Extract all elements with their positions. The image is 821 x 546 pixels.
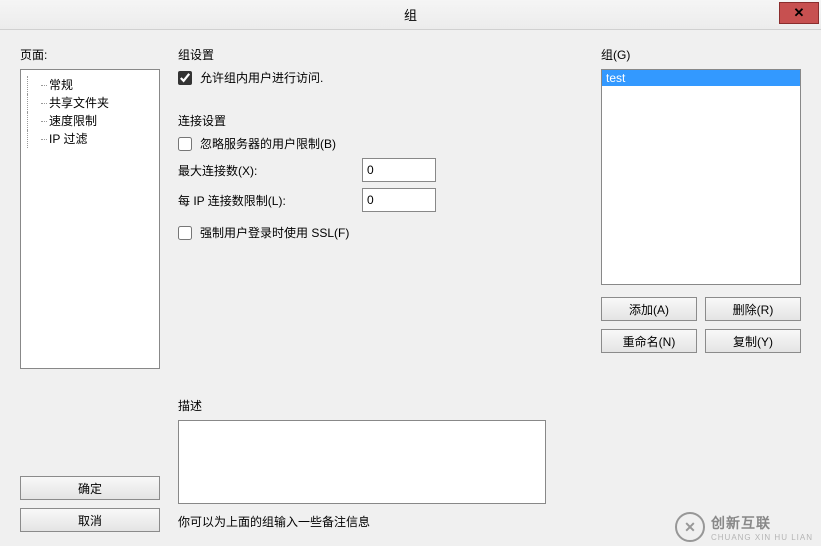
per-ip-limit-input[interactable] (362, 188, 436, 212)
description-hint: 你可以为上面的组输入一些备注信息 (178, 513, 583, 530)
per-ip-limit-label: 每 IP 连接数限制(L): (178, 192, 358, 209)
ok-button[interactable]: 确定 (20, 476, 160, 500)
group-settings-section: 组设置 允许组内用户进行访问. (178, 46, 583, 92)
close-icon: ✕ (794, 5, 805, 21)
center-column: 组设置 允许组内用户进行访问. 连接设置 忽略服务器的用户限制(B) 最大连接数… (178, 46, 583, 536)
max-connections-input[interactable] (362, 158, 436, 182)
force-ssl-label[interactable]: 强制用户登录时使用 SSL(F) (200, 224, 349, 241)
group-settings-title: 组设置 (178, 46, 583, 63)
cancel-button[interactable]: 取消 (20, 508, 160, 532)
tree-item-general[interactable]: 常规 (25, 76, 155, 94)
dialog-body: 页面: 常规 共享文件夹 速度限制 IP 过滤 确定 取消 组设置 允许组内用户… (0, 30, 821, 546)
right-column: 组(G) test 添加(A) 删除(R) 重命名(N) 复制(Y) (601, 46, 801, 536)
rename-button[interactable]: 重命名(N) (601, 329, 697, 353)
window-title: 组 (404, 5, 417, 24)
max-connections-label: 最大连接数(X): (178, 162, 358, 179)
connection-settings-title: 连接设置 (178, 112, 583, 129)
left-column: 页面: 常规 共享文件夹 速度限制 IP 过滤 确定 取消 (20, 46, 160, 536)
pages-label: 页面: (20, 46, 160, 63)
tree-item-speed-limit[interactable]: 速度限制 (25, 112, 155, 130)
title-bar: 组 ✕ (0, 0, 821, 30)
remove-button[interactable]: 删除(R) (705, 297, 801, 321)
tree-item-shared-folders[interactable]: 共享文件夹 (25, 94, 155, 112)
copy-button[interactable]: 复制(Y) (705, 329, 801, 353)
force-ssl-checkbox[interactable] (178, 226, 192, 240)
pages-tree[interactable]: 常规 共享文件夹 速度限制 IP 过滤 (20, 69, 160, 369)
groups-label: 组(G) (601, 46, 801, 63)
description-section: 描述 你可以为上面的组输入一些备注信息 (178, 397, 583, 530)
description-title: 描述 (178, 397, 583, 414)
allow-access-checkbox[interactable] (178, 71, 192, 85)
connection-settings-section: 连接设置 忽略服务器的用户限制(B) 最大连接数(X): 每 IP 连接数限制(… (178, 112, 583, 247)
groups-listbox[interactable]: test (601, 69, 801, 285)
ignore-server-limit-label[interactable]: 忽略服务器的用户限制(B) (200, 135, 336, 152)
add-button[interactable]: 添加(A) (601, 297, 697, 321)
description-textarea[interactable] (178, 420, 546, 504)
close-button[interactable]: ✕ (779, 2, 819, 24)
group-item[interactable]: test (602, 70, 800, 86)
tree-item-ip-filter[interactable]: IP 过滤 (25, 130, 155, 148)
allow-access-label[interactable]: 允许组内用户进行访问. (200, 69, 323, 86)
ignore-server-limit-checkbox[interactable] (178, 137, 192, 151)
